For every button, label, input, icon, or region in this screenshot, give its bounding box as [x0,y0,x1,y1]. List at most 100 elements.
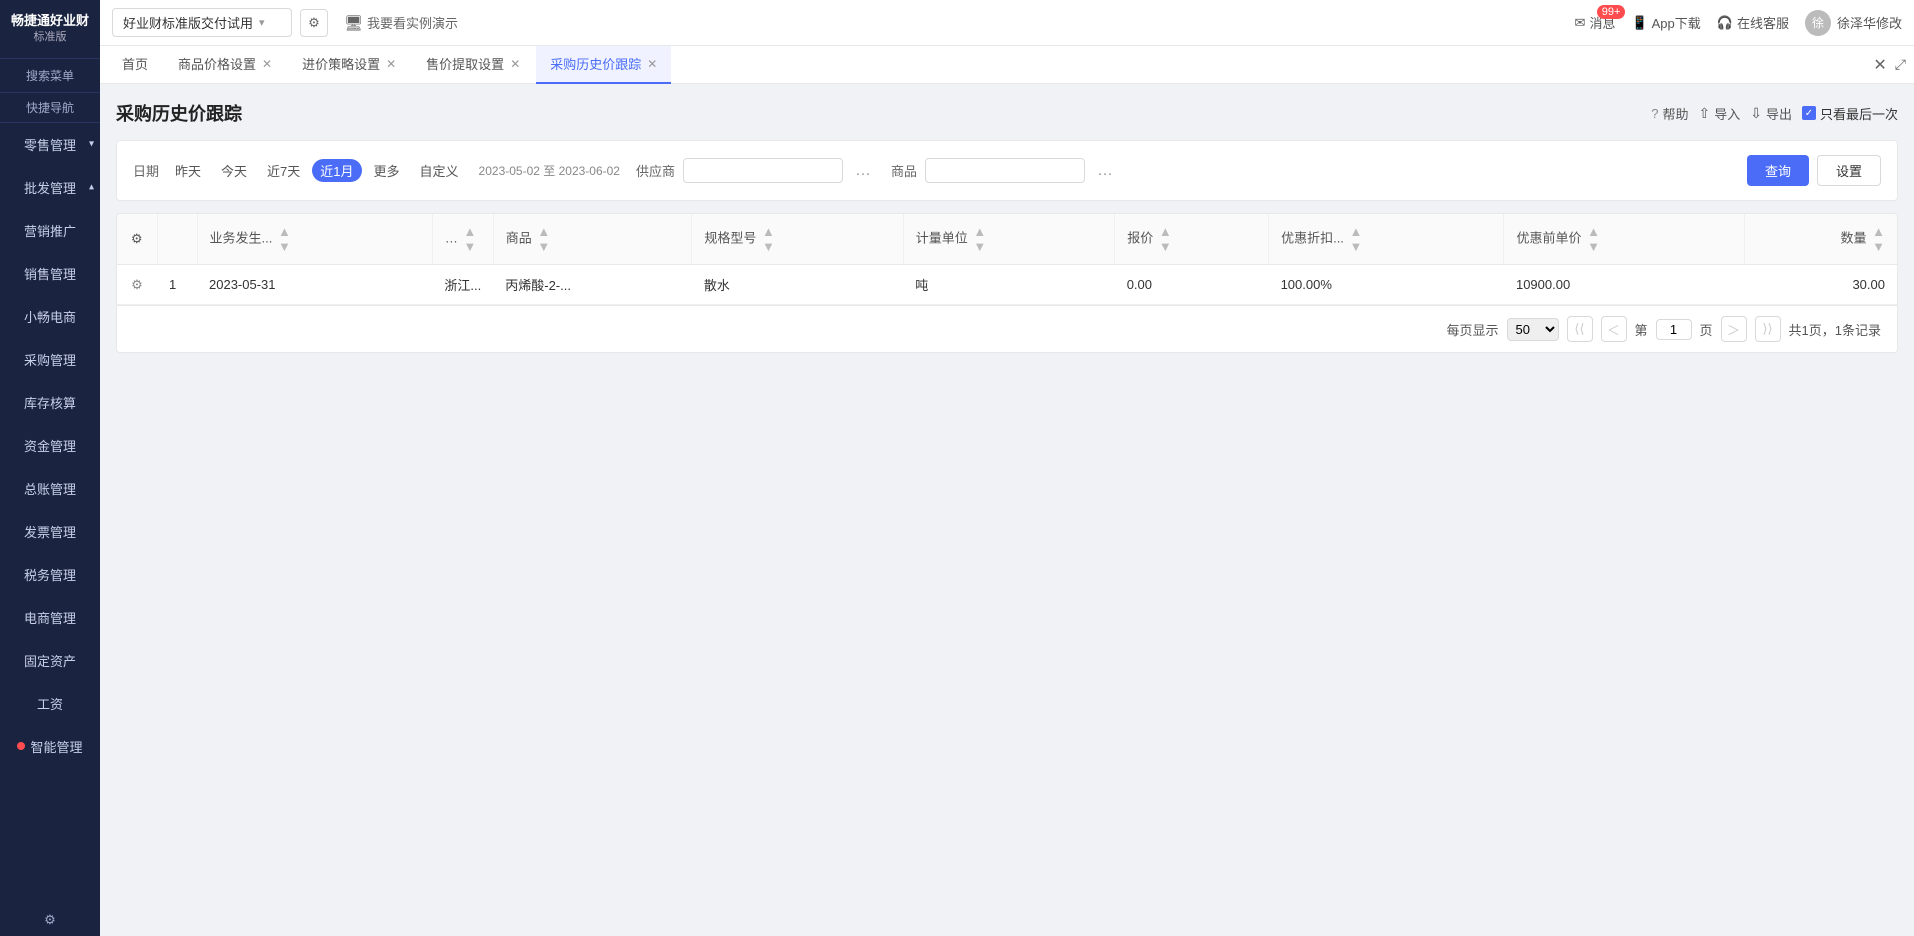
only-last-checkbox[interactable]: ✓ [1802,106,1816,120]
product-filter-group: 商品 … [891,158,1117,183]
col-price-label: 报价 [1127,230,1153,245]
sidebar-item-retail[interactable]: 零售管理 ▾ [0,123,100,166]
sidebar-item-marketing[interactable]: 营销推广 [0,209,100,252]
page-last-button[interactable]: ⟩⟩ [1755,316,1781,342]
col-unit-label: 计量单位 [916,230,968,245]
demo-icon: 🖥 [344,14,363,32]
col-spec[interactable]: 规格型号 ▲▼ [692,214,903,265]
message-badge: 99+ [1597,5,1626,19]
supplier-more-icon[interactable]: … [851,162,875,180]
tab-strategy-close-icon[interactable]: ✕ [386,57,396,71]
sidebar-item-smart[interactable]: 智能管理 [0,725,100,768]
export-button[interactable]: ⇩ 导出 [1750,104,1792,123]
date-opt-last7[interactable]: 近7天 [259,159,308,182]
user-avatar: 徐 [1805,10,1831,36]
date-opt-today[interactable]: 今天 [213,159,255,182]
only-last-label: 只看最后一次 [1820,104,1898,123]
app-download-icon: 📱 [1631,15,1647,31]
page-next-button[interactable]: ＞ [1721,316,1747,342]
message-button[interactable]: ✉ 消息 99+ [1575,13,1616,32]
wholesale-arrow-icon: ▴ [89,182,94,193]
col-settings[interactable]: ⚙ [117,214,157,265]
col-price[interactable]: 报价 ▲▼ [1115,214,1269,265]
page-label: 第 [1635,320,1648,339]
product-more-icon[interactable]: … [1093,162,1117,180]
sidebar-item-sales[interactable]: 销售管理 [0,252,100,295]
support-label: 在线客服 [1737,13,1789,32]
sidebar-item-ecom[interactable]: 电商管理 [0,596,100,639]
col-price-sort-icon: ▲▼ [1159,224,1172,254]
sidebar-item-assets[interactable]: 固定资产 [0,639,100,682]
sidebar-item-wholesale[interactable]: 批发管理 ▴ [0,166,100,209]
tab-price-close-icon[interactable]: ✕ [262,57,272,71]
sidebar-item-purchase[interactable]: 采购管理 [0,338,100,381]
support-button[interactable]: 🎧 在线客服 [1717,13,1789,32]
app-download-button[interactable]: 📱 App下载 [1631,13,1700,32]
col-biz-date[interactable]: 业务发生... ▲▼ [197,214,432,265]
supplier-input[interactable] [683,158,843,183]
date-opt-last1m[interactable]: 近1月 [312,159,361,182]
page-prev-button[interactable]: ＜ [1601,316,1627,342]
tab-price[interactable]: 商品价格设置 ✕ [164,46,286,84]
col-quantity[interactable]: 数量 ▲▼ [1744,214,1897,265]
row-supplier-cell: 浙江... [432,265,493,305]
product-input[interactable] [925,158,1085,183]
row-quantity-cell: 30.00 [1744,265,1897,305]
sidebar-item-inventory-label: 库存核算 [24,393,76,412]
tabbar-actions: ✕ ⤢ [1873,55,1906,75]
sidebar-item-ecom-mini[interactable]: 小畅电商 [0,295,100,338]
col-more[interactable]: … ▲▼ [432,214,493,265]
sidebar-settings-button[interactable]: ⚙ [0,904,100,936]
row-settings-cell[interactable]: ⚙ [117,265,157,305]
col-spec-sort-icon: ▲▼ [762,224,775,254]
col-discount-sort-icon: ▲▼ [1350,224,1363,254]
col-pre-disc-price[interactable]: 优惠前单价 ▲▼ [1504,214,1744,265]
row-discount-cell: 100.00% [1269,265,1504,305]
page-first-button[interactable]: ⟨⟨ [1567,316,1593,342]
date-range-display: 2023-05-02 至 2023-06-02 [479,162,620,179]
only-last-checkbox-group[interactable]: ✓ 只看最后一次 [1802,104,1898,123]
col-quantity-sort-icon: ▲▼ [1872,224,1885,254]
sidebar-search[interactable]: 搜索菜单 [0,59,100,93]
sidebar-item-salary[interactable]: 工资 [0,682,100,725]
col-pre-disc-price-sort-icon: ▲▼ [1587,224,1600,254]
tab-sale-price-close-icon[interactable]: ✕ [510,57,520,71]
tab-close-all-icon[interactable]: ✕ [1873,55,1886,75]
sidebar-item-ledger[interactable]: 总账管理 [0,467,100,510]
tab-home[interactable]: 首页 [108,46,162,84]
date-opt-more[interactable]: 更多 [366,159,408,182]
tab-history-price[interactable]: 采购历史价跟踪 ✕ [536,46,671,84]
per-page-select[interactable]: 50 100 200 [1507,318,1559,341]
sidebar-quick-nav[interactable]: 快捷导航 [0,93,100,123]
tab-sale-price[interactable]: 售价提取设置 ✕ [412,46,534,84]
demo-button[interactable]: 🖥 我要看实例演示 [344,13,458,32]
tab-history-price-close-icon[interactable]: ✕ [647,57,657,71]
total-info: 共1页，1条记录 [1789,320,1881,339]
col-unit[interactable]: 计量单位 ▲▼ [903,214,1114,265]
date-opt-yesterday[interactable]: 昨天 [167,159,209,182]
help-button[interactable]: ? 帮助 [1651,104,1688,123]
sidebar-item-purchase-label: 采购管理 [24,350,76,369]
col-discount[interactable]: 优惠折扣... ▲▼ [1269,214,1504,265]
import-button[interactable]: ⇧ 导入 [1698,104,1740,123]
data-table: ⚙ 业务发生... ▲▼ … ▲▼ 商品 ▲▼ [117,214,1897,305]
module-selector[interactable]: 好业财标准版交付试用 ▾ [112,8,292,37]
sidebar-item-inventory[interactable]: 库存核算 [0,381,100,424]
sidebar-item-wholesale-label: 批发管理 [24,178,76,197]
date-opt-custom[interactable]: 自定义 [412,159,467,182]
sidebar-item-finance[interactable]: 资金管理 [0,424,100,467]
settings-button[interactable]: 设置 [1817,155,1881,186]
tab-expand-icon[interactable]: ⤢ [1895,56,1906,73]
col-product[interactable]: 商品 ▲▼ [493,214,692,265]
user-menu-button[interactable]: 徐 徐泽华修改 [1805,10,1902,36]
page-number-input[interactable] [1656,319,1692,340]
topbar-settings-button[interactable]: ⚙ [300,9,328,37]
col-spec-label: 规格型号 [704,230,756,245]
tab-strategy[interactable]: 进价策略设置 ✕ [288,46,410,84]
sidebar-item-invoice[interactable]: 发票管理 [0,510,100,553]
row-product-cell: 丙烯酸-2-... [493,265,692,305]
query-button[interactable]: 查询 [1747,155,1809,186]
supplier-filter-group: 供应商 … [636,158,875,183]
sidebar-item-marketing-label: 营销推广 [24,221,76,240]
sidebar-item-tax[interactable]: 税务管理 [0,553,100,596]
